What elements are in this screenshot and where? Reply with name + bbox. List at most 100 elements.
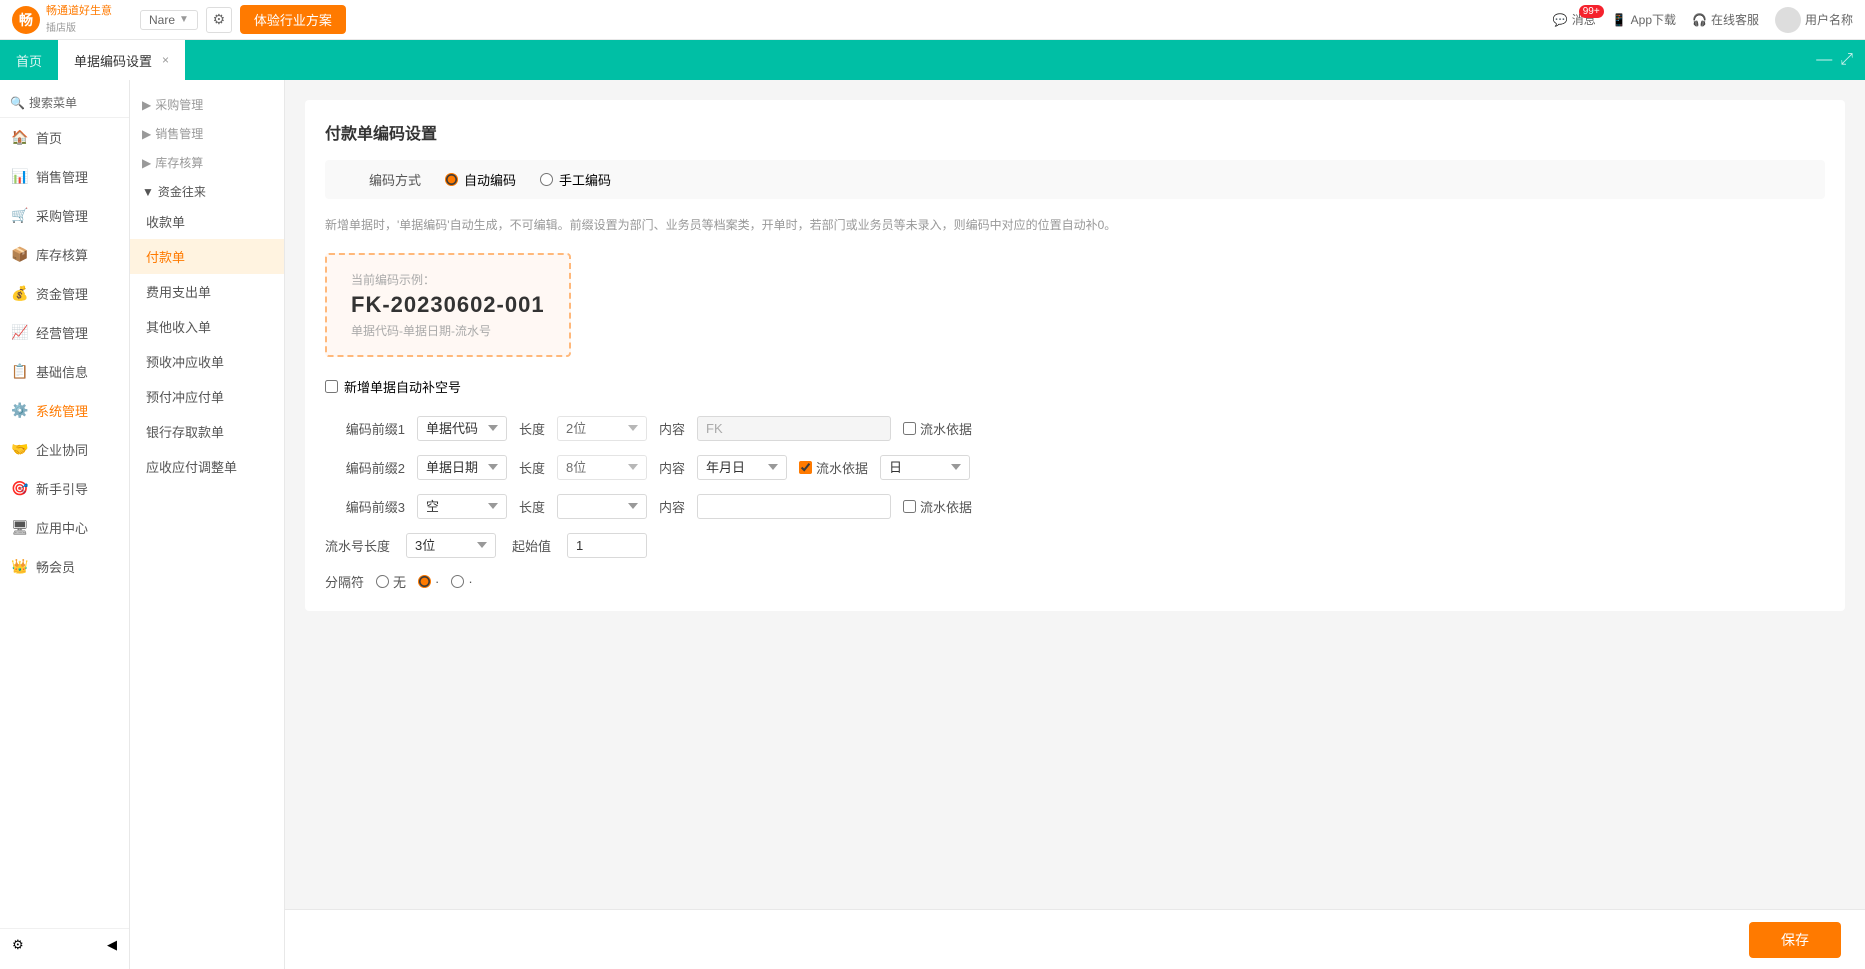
sidebar-item-home[interactable]: 🏠 首页 <box>0 118 129 157</box>
separator-row: 分隔符 无 · · <box>325 572 1825 591</box>
funds-group-chevron: ▼ <box>142 185 154 199</box>
manual-encode-option[interactable]: 手工编码 <box>540 170 611 189</box>
prefix2-select[interactable]: 单据日期 <box>417 455 507 480</box>
sub-nav-group-purchase[interactable]: ▶ 采购管理 <box>130 88 284 117</box>
app-download-button[interactable]: 📱 App下载 <box>1612 11 1676 28</box>
sidebar-item-member[interactable]: 👑 畅会员 <box>0 547 129 586</box>
manual-encode-radio[interactable] <box>540 173 553 186</box>
preview-box: 当前编码示例： FK-20230602-001 单据代码-单据日期-流水号 <box>325 253 571 357</box>
prefix1-select[interactable]: 单据代码 <box>417 416 507 441</box>
trial-button[interactable]: 体验行业方案 <box>240 5 346 34</box>
sub-nav-group-sales[interactable]: ▶ 销售管理 <box>130 117 284 146</box>
operations-icon: 📈 <box>12 325 28 341</box>
app-center-icon: 🖥 <box>12 520 28 536</box>
fullscreen-icon[interactable]: ⤢ <box>1840 51 1853 69</box>
sidebar-item-finance[interactable]: 💰 资金管理 <box>0 274 129 313</box>
sidebar-item-purchase[interactable]: 🛒 采购管理 <box>0 196 129 235</box>
sep-dot2-radio[interactable] <box>451 575 464 588</box>
tab-close-icon[interactable]: × <box>162 53 169 67</box>
user-menu[interactable]: 用户名称 <box>1775 7 1853 33</box>
sidebar-item-system[interactable]: ⚙️ 系统管理 <box>0 391 129 430</box>
sub-nav-group-funds[interactable]: ▼ 资金往来 <box>130 175 284 204</box>
avatar <box>1775 7 1801 33</box>
company-selector[interactable]: Nare ▼ <box>140 10 198 30</box>
nav-tabs: 首页 单据编码设置 × — ⤢ <box>0 40 1865 80</box>
prefix3-serial-checkbox[interactable] <box>903 500 916 513</box>
sep-none-option[interactable]: 无 <box>376 572 406 591</box>
preview-code: FK-20230602-001 <box>351 292 545 318</box>
settings-icon[interactable]: ⚙ <box>206 7 232 33</box>
prefix1-content-input <box>697 416 891 441</box>
tab-home[interactable]: 首页 <box>0 40 58 80</box>
prefix2-length-label: 长度 <box>519 458 545 477</box>
prefix1-content-label: 内容 <box>659 419 685 438</box>
sales-icon: 📊 <box>12 169 28 185</box>
top-header: 畅 畅通道好生意 插店版 Nare ▼ ⚙ 体验行业方案 💬 消息 99+ 📱 … <box>0 0 1865 40</box>
main-layout: 🔍 搜索菜单 🏠 首页 📊 销售管理 🛒 采购管理 📦 库存核算 💰 资金管理 … <box>0 80 1865 969</box>
prefix3-content-input[interactable] <box>697 494 891 519</box>
sep-dot2-option[interactable]: · <box>451 574 472 589</box>
prefix1-label: 编码前缀1 <box>325 419 405 438</box>
sub-nav-item-receipt[interactable]: 收款单 <box>130 204 284 239</box>
minimize-icon[interactable]: — <box>1816 51 1832 69</box>
prefix2-serial-unit-select[interactable]: 日 <box>880 455 970 480</box>
prefix1-serial-check[interactable]: 流水依据 <box>903 419 972 438</box>
sidebar-item-guide[interactable]: 🎯 新手引导 <box>0 469 129 508</box>
save-button[interactable]: 保存 <box>1749 922 1841 958</box>
messages-button[interactable]: 💬 消息 99+ <box>1553 11 1596 28</box>
message-icon: 💬 <box>1553 13 1568 27</box>
sub-nav-item-prepay-payable[interactable]: 预付冲应付单 <box>130 379 284 414</box>
sidebar-item-sales[interactable]: 📊 销售管理 <box>0 157 129 196</box>
sidebar-item-app-center[interactable]: 🖥 应用中心 <box>0 508 129 547</box>
prefix2-content-select[interactable]: 年月日 <box>697 455 787 480</box>
sub-nav-item-payment[interactable]: 付款单 <box>130 239 284 274</box>
sidebar-item-enterprise[interactable]: 🤝 企业协同 <box>0 430 129 469</box>
serial-length-select[interactable]: 3位 <box>406 533 496 558</box>
separator-label: 分隔符 <box>325 572 364 591</box>
sub-nav-item-prepay-receivable[interactable]: 预收冲应收单 <box>130 344 284 379</box>
sep-none-radio[interactable] <box>376 575 389 588</box>
sep-dot-radio[interactable] <box>418 575 431 588</box>
info-text: 新增单据时，'单据编码'自动生成，不可编辑。前缀设置为部门、业务员等档案类，开单… <box>325 215 1825 237</box>
tab-actions: — ⤢ <box>1816 51 1865 69</box>
auto-encode-option[interactable]: 自动编码 <box>445 170 516 189</box>
serial-length-row: 流水号长度 3位 起始值 <box>325 533 1825 558</box>
sidebar-item-operations[interactable]: 📈 经营管理 <box>0 313 129 352</box>
sep-dot-option[interactable]: · <box>418 574 439 589</box>
sub-nav-group-inventory[interactable]: ▶ 库存核算 <box>130 146 284 175</box>
auto-encode-radio[interactable] <box>445 173 458 186</box>
prefix1-serial-checkbox[interactable] <box>903 422 916 435</box>
auto-fill-checkbox[interactable] <box>325 380 338 393</box>
sidebar-collapse-icon[interactable]: ◀ <box>107 937 117 953</box>
prefix3-serial-check[interactable]: 流水依据 <box>903 497 972 516</box>
sub-nav-item-other-income[interactable]: 其他收入单 <box>130 309 284 344</box>
prefix3-length-label: 长度 <box>519 497 545 516</box>
prefix3-length-select[interactable] <box>557 494 647 519</box>
sidebar-item-inventory[interactable]: 📦 库存核算 <box>0 235 129 274</box>
basic-info-icon: 📋 <box>12 364 28 380</box>
prefix3-select[interactable]: 空 <box>417 494 507 519</box>
start-value-input[interactable] <box>567 533 647 558</box>
sub-nav-item-adjustment[interactable]: 应收应付调整单 <box>130 449 284 484</box>
sidebar-settings-icon[interactable]: ⚙ <box>12 937 24 953</box>
prefix2-content-label: 内容 <box>659 458 685 477</box>
search-icon: 🔍 <box>10 96 25 110</box>
sub-nav-item-bank[interactable]: 银行存取款单 <box>130 414 284 449</box>
online-service-button[interactable]: 🎧 在线客服 <box>1692 11 1759 28</box>
inventory-icon: 📦 <box>12 247 28 263</box>
start-value-label: 起始值 <box>512 536 551 555</box>
auto-fill-row: 新增单据自动补空号 <box>325 377 1825 396</box>
bottom-bar: 保存 <box>285 909 1865 969</box>
prefix2-serial-checkbox[interactable] <box>799 461 812 474</box>
sidebar-search[interactable]: 🔍 搜索菜单 <box>0 88 129 118</box>
sidebar: 🔍 搜索菜单 🏠 首页 📊 销售管理 🛒 采购管理 📦 库存核算 💰 资金管理 … <box>0 80 130 969</box>
company-name: Nare <box>149 13 175 27</box>
sub-nav-item-expense[interactable]: 费用支出单 <box>130 274 284 309</box>
prefix3-label: 编码前缀3 <box>325 497 405 516</box>
tab-settings[interactable]: 单据编码设置 × <box>58 40 185 80</box>
prefix2-length-select: 8位 <box>557 455 647 480</box>
sidebar-item-basic-info[interactable]: 📋 基础信息 <box>0 352 129 391</box>
preview-sub: 单据代码-单据日期-流水号 <box>351 322 545 339</box>
guide-icon: 🎯 <box>12 481 28 497</box>
prefix2-serial-check[interactable]: 流水依据 <box>799 458 868 477</box>
